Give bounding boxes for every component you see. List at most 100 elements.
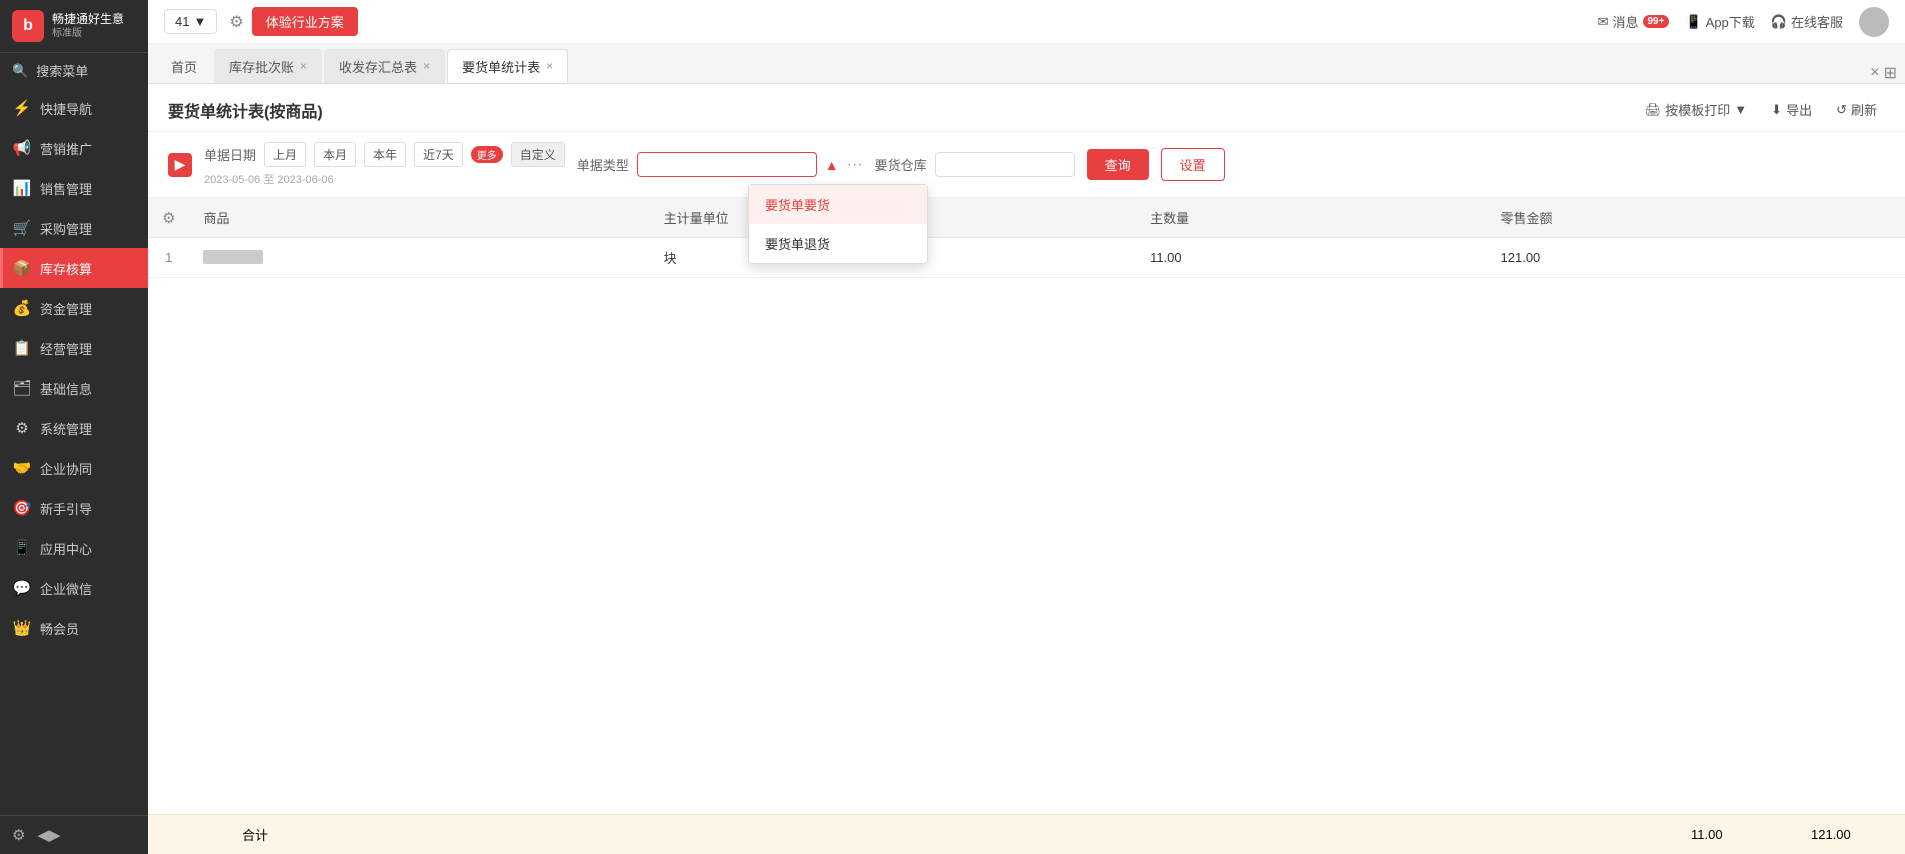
tab-order-stats-label: 要货单统计表	[462, 57, 540, 76]
message-badge: 99+	[1643, 15, 1670, 28]
search-menu-item[interactable]: 🔍 搜索菜单	[0, 53, 148, 88]
topbar: 41 ▼ ⚙ 体验行业方案 ✉ 消息 99+ 📱 App下载 🎧 在线客服	[148, 0, 1905, 44]
filter-expand-button[interactable]: ▶	[168, 153, 192, 177]
sidebar-item-purchase[interactable]: 🛒 采购管理	[0, 208, 148, 248]
sidebar-item-label: 采购管理	[40, 219, 92, 238]
sidebar-item-label: 企业微信	[40, 579, 92, 598]
store-selector[interactable]: 41 ▼	[164, 9, 217, 34]
sidebar-item-label: 畅会员	[40, 619, 79, 638]
type-filter-input[interactable]	[637, 152, 817, 177]
sidebar-item-quick-nav[interactable]: ⚡ 快捷导航	[0, 88, 148, 128]
refresh-icon: ↺	[1836, 102, 1847, 118]
sidebar-item-collab[interactable]: 🤝 企业协同	[0, 448, 148, 488]
tab-home[interactable]: 首页	[156, 49, 212, 83]
apps-icon: 📱	[12, 538, 32, 558]
store-name: 41	[175, 14, 189, 29]
more-date-badge[interactable]: 更多	[471, 146, 503, 163]
sidebar-item-inventory[interactable]: 📦 库存核算	[0, 248, 148, 288]
main-content: 41 ▼ ⚙ 体验行业方案 ✉ 消息 99+ 📱 App下载 🎧 在线客服	[148, 0, 1905, 854]
tab-recv-summary-label: 收发存汇总表	[339, 57, 417, 76]
message-button[interactable]: ✉ 消息 99+	[1598, 12, 1670, 31]
topbar-right: ✉ 消息 99+ 📱 App下载 🎧 在线客服	[1598, 7, 1889, 37]
cell-quantity: 11.00	[1136, 238, 1486, 278]
finance-icon: 💰	[12, 298, 32, 318]
app-download-button[interactable]: 📱 App下载	[1685, 12, 1754, 31]
sidebar-item-label: 库存核算	[40, 259, 92, 278]
sidebar-item-sales[interactable]: 📊 销售管理	[0, 168, 148, 208]
tab-order-stats[interactable]: 要货单统计表 ×	[447, 49, 568, 83]
service-button[interactable]: 🎧 在线客服	[1771, 12, 1843, 31]
date-filter-section: 单据日期 上月 本月 本年 近7天 更多 自定义 2023-05-06 至 20…	[204, 142, 565, 187]
sidebar-item-label: 新手引导	[40, 499, 92, 518]
type-filter-arrow[interactable]: ▲	[825, 157, 839, 173]
warehouse-filter-group: 要货仓库	[875, 152, 1075, 177]
service-icon: 🎧	[1771, 14, 1787, 30]
type-filter-more[interactable]: ···	[847, 156, 863, 174]
basic-icon: 🗂	[12, 378, 32, 398]
col-settings[interactable]: ⚙	[148, 198, 189, 238]
col-quantity: 主数量	[1136, 198, 1486, 238]
table-row: 1 块 11.00 121.00	[148, 238, 1905, 278]
app-name: 畅捷通好生意 标准版	[52, 11, 124, 42]
sidebar-item-members[interactable]: 👑 畅会员	[0, 608, 148, 648]
export-icon: ⬇	[1771, 102, 1782, 118]
type-filter-label: 单据类型	[577, 155, 629, 174]
sidebar-item-wechat[interactable]: 💬 企业微信	[0, 568, 148, 608]
sidebar-item-basic[interactable]: 🗂 基础信息	[0, 368, 148, 408]
sidebar-item-operations[interactable]: 📋 经营管理	[0, 328, 148, 368]
sidebar-item-guide[interactable]: 🎯 新手引导	[0, 488, 148, 528]
settings-gear-icon[interactable]: ⚙	[229, 12, 243, 32]
tab-recv-summary[interactable]: 收发存汇总表 ×	[324, 49, 445, 83]
members-icon: 👑	[12, 618, 32, 638]
table-footer: 合计 11.00 121.00	[148, 814, 1905, 854]
page-title: 要货单统计表(按商品)	[168, 98, 323, 122]
operations-icon: 📋	[12, 338, 32, 358]
collapse-icon[interactable]: ◀▶	[37, 826, 60, 844]
sidebar: b 畅捷通好生意 标准版 🔍 搜索菜单 ⚡ 快捷导航 📢 营销推广 📊 销售管理…	[0, 0, 148, 854]
sidebar-item-label: 快捷导航	[40, 99, 92, 118]
chevron-down-icon: ▼	[1734, 102, 1747, 117]
tab-close-icon[interactable]: ×	[423, 59, 430, 73]
warehouse-filter-input[interactable]	[935, 152, 1075, 177]
sidebar-item-label: 基础信息	[40, 379, 92, 398]
expand-tab-button[interactable]: ⊞	[1884, 63, 1897, 83]
sidebar-item-system[interactable]: ⚙ 系统管理	[0, 408, 148, 448]
sidebar-item-apps[interactable]: 📱 应用中心	[0, 528, 148, 568]
tab-close-icon[interactable]: ×	[300, 59, 307, 73]
cell-product	[189, 238, 649, 278]
print-button[interactable]: 🖨 按模板打印 ▼	[1637, 96, 1755, 123]
this-month-button[interactable]: 本月	[314, 142, 356, 167]
marketing-icon: 📢	[12, 138, 32, 158]
cell-amount: 121.00	[1487, 238, 1905, 278]
tab-close-icon[interactable]: ×	[546, 59, 553, 73]
settings-icon[interactable]: ⚙	[12, 826, 25, 844]
sidebar-item-label: 销售管理	[40, 179, 92, 198]
sidebar-item-finance[interactable]: 💰 资金管理	[0, 288, 148, 328]
message-icon: ✉	[1598, 14, 1609, 30]
dropdown-item-return[interactable]: 要货单退货	[749, 224, 927, 263]
tab-batch-stock[interactable]: 库存批次账 ×	[214, 49, 322, 83]
footer-quantity: 11.00	[1691, 827, 1771, 842]
last-7-days-button[interactable]: 近7天	[414, 142, 463, 167]
sidebar-item-marketing[interactable]: 📢 营销推广	[0, 128, 148, 168]
search-icon: 🔍	[12, 63, 28, 79]
last-month-button[interactable]: 上月	[264, 142, 306, 167]
date-filter-label: 单据日期	[204, 145, 256, 164]
filter-setting-button[interactable]: 设置	[1161, 148, 1225, 181]
trial-button[interactable]: 体验行业方案	[252, 7, 358, 36]
table-container: ⚙ 商品 主计量单位 主数量 零售金额 1 块	[148, 198, 1905, 814]
collab-icon: 🤝	[12, 458, 32, 478]
inventory-icon: 📦	[12, 258, 32, 278]
export-button[interactable]: ⬇ 导出	[1763, 96, 1820, 123]
custom-date-button[interactable]: 自定义	[511, 142, 565, 167]
close-tab-button[interactable]: ×	[1870, 64, 1879, 82]
col-amount: 零售金额	[1487, 198, 1905, 238]
dropdown-item-order[interactable]: 要货单要货	[749, 185, 927, 224]
query-button[interactable]: 查询	[1087, 149, 1149, 180]
product-blurred	[203, 250, 263, 264]
refresh-button[interactable]: ↺ 刷新	[1828, 96, 1885, 123]
table-settings-icon[interactable]: ⚙	[162, 210, 175, 227]
this-year-button[interactable]: 本年	[364, 142, 406, 167]
user-avatar[interactable]	[1859, 7, 1889, 37]
date-range-display: 2023-05-06 至 2023-06-06	[204, 171, 565, 187]
